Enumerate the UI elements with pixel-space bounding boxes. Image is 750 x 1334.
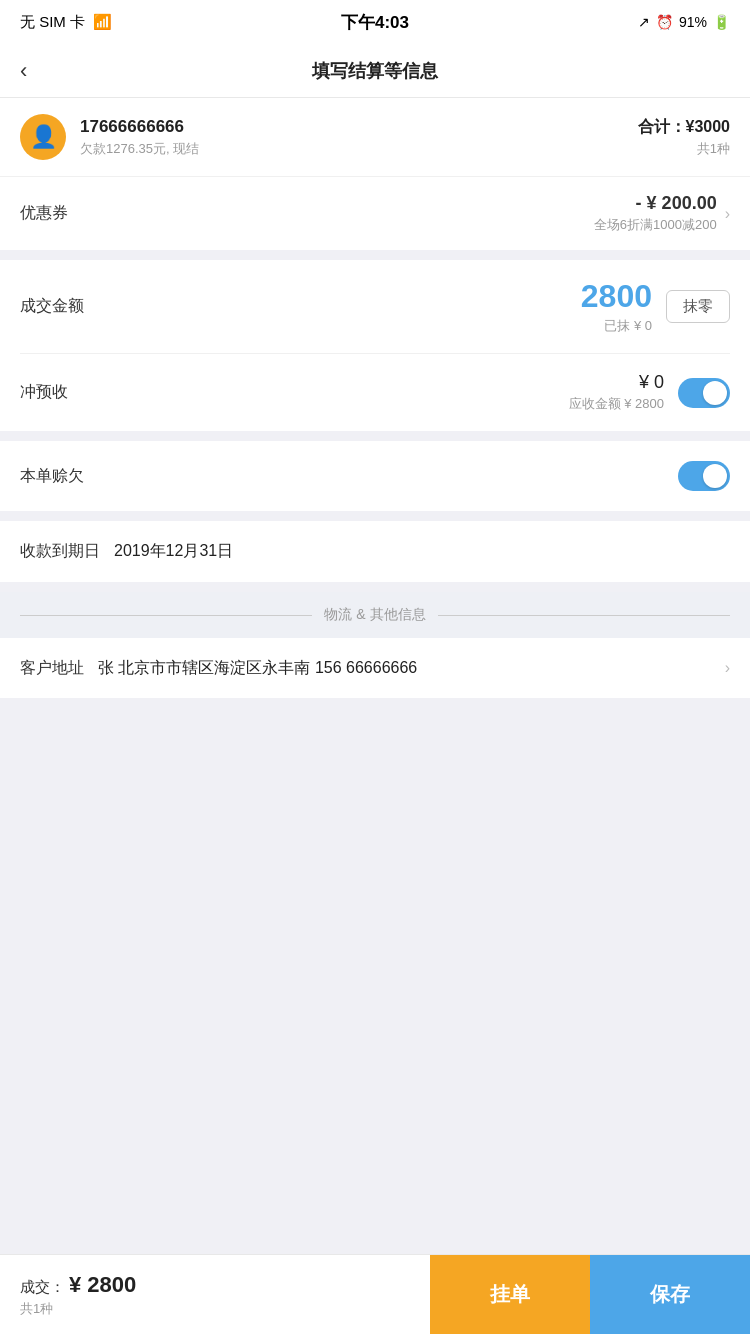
prepay-label: 冲预收	[20, 382, 68, 403]
user-info-row: 👤 17666666666 欠款1276.35元, 现结 合计：¥3000 共1…	[0, 98, 750, 177]
user-info-card: 👤 17666666666 欠款1276.35元, 现结 合计：¥3000 共1…	[0, 98, 750, 250]
battery-icon: 🔋	[713, 14, 730, 30]
wifi-icon: 📶	[93, 13, 112, 31]
nav-bar: ‹ 填写结算等信息	[0, 44, 750, 98]
address-label: 客户地址	[20, 658, 84, 679]
content: 👤 17666666666 欠款1276.35元, 现结 合计：¥3000 共1…	[0, 98, 750, 918]
logistics-divider: 物流 & 其他信息	[0, 592, 750, 638]
back-button[interactable]: ‹	[20, 58, 27, 84]
deal-amount-sub: 已抹 ¥ 0	[581, 317, 652, 335]
status-right: ↗ ⏰ 91% 🔋	[638, 14, 730, 30]
status-left: 无 SIM 卡 📶	[20, 13, 112, 32]
logistics-label: 物流 & 其他信息	[324, 606, 425, 624]
bottom-summary: 成交： ¥ 2800 共1种	[0, 1272, 430, 1318]
due-date-value: 2019年12月31日	[114, 541, 233, 562]
address-section: 客户地址 张 北京市市辖区海淀区永丰南 156 66666666 ›	[0, 638, 750, 698]
status-bar: 无 SIM 卡 📶 下午4:03 ↗ ⏰ 91% 🔋	[0, 0, 750, 44]
divider-line-left	[20, 615, 312, 616]
user-sub: 欠款1276.35元, 现结	[80, 140, 199, 158]
page-title: 填写结算等信息	[312, 59, 438, 83]
total-count: 共1种	[638, 140, 731, 158]
deal-amount-right: 2800 已抹 ¥ 0 抹零	[581, 278, 730, 335]
clock-icon: ⏰	[656, 14, 673, 30]
bottom-deal-label: 成交：	[20, 1278, 65, 1297]
prepay-row: 冲预收 ¥ 0 应收金额 ¥ 2800	[20, 354, 730, 431]
coupon-row[interactable]: 优惠券 - ¥ 200.00 全场6折满1000减200 ›	[0, 177, 750, 250]
bottom-bar: 成交： ¥ 2800 共1种 挂单 保存	[0, 1254, 750, 1334]
address-right: ›	[725, 659, 730, 677]
due-date-row: 收款到期日 2019年12月31日	[0, 521, 750, 582]
location-icon: ↗	[638, 14, 650, 30]
hang-order-button[interactable]: 挂单	[430, 1255, 590, 1335]
coupon-info: - ¥ 200.00 全场6折满1000减200	[594, 193, 717, 234]
address-row[interactable]: 客户地址 张 北京市市辖区海淀区永丰南 156 66666666 ›	[0, 638, 750, 698]
round-zero-button[interactable]: 抹零	[666, 290, 730, 323]
prepay-right: ¥ 0 应收金额 ¥ 2800	[569, 372, 730, 413]
prepay-toggle[interactable]	[678, 378, 730, 408]
coupon-value: - ¥ 200.00	[594, 193, 717, 214]
bottom-count: 共1种	[20, 1300, 410, 1318]
chevron-right-icon: ›	[725, 205, 730, 223]
credit-section: 本单赊欠	[0, 441, 750, 511]
deal-amount-label: 成交金额	[20, 296, 84, 317]
credit-label: 本单赊欠	[20, 466, 84, 487]
empty-area	[0, 708, 750, 828]
status-time: 下午4:03	[341, 11, 409, 34]
total-value: 合计：¥3000	[638, 117, 731, 138]
battery-text: 91%	[679, 14, 707, 30]
due-date-section: 收款到期日 2019年12月31日	[0, 521, 750, 582]
prepay-sub: 应收金额 ¥ 2800	[569, 395, 664, 413]
deal-amount-number: 2800	[581, 278, 652, 315]
amount-section: 成交金额 2800 已抹 ¥ 0 抹零 冲预收 ¥ 0 应收金额 ¥ 2800	[0, 260, 750, 431]
user-details: 17666666666 欠款1276.35元, 现结	[80, 117, 199, 158]
address-value: 张 北京市市辖区海淀区永丰南 156 66666666	[98, 656, 725, 680]
user-right: 合计：¥3000 共1种	[638, 117, 731, 158]
bottom-amount: ¥ 2800	[69, 1272, 136, 1298]
credit-toggle[interactable]	[678, 461, 730, 491]
divider-line-right	[438, 615, 730, 616]
credit-row: 本单赊欠	[0, 441, 750, 511]
prepay-amount: ¥ 0 应收金额 ¥ 2800	[569, 372, 664, 413]
save-button[interactable]: 保存	[590, 1255, 750, 1335]
address-chevron-icon: ›	[725, 659, 730, 677]
coupon-desc: 全场6折满1000减200	[594, 216, 717, 234]
bottom-deal-row: 成交： ¥ 2800	[20, 1272, 410, 1298]
coupon-right: - ¥ 200.00 全场6折满1000减200 ›	[594, 193, 730, 234]
user-phone: 17666666666	[80, 117, 199, 137]
due-date-label: 收款到期日	[20, 541, 100, 562]
no-sim-text: 无 SIM 卡	[20, 13, 85, 32]
coupon-label: 优惠券	[20, 203, 68, 224]
deal-amount-info: 2800 已抹 ¥ 0	[581, 278, 652, 335]
deal-amount-row: 成交金额 2800 已抹 ¥ 0 抹零	[20, 260, 730, 354]
prepay-value: ¥ 0	[569, 372, 664, 393]
avatar: 👤	[20, 114, 66, 160]
user-left: 👤 17666666666 欠款1276.35元, 现结	[20, 114, 199, 160]
